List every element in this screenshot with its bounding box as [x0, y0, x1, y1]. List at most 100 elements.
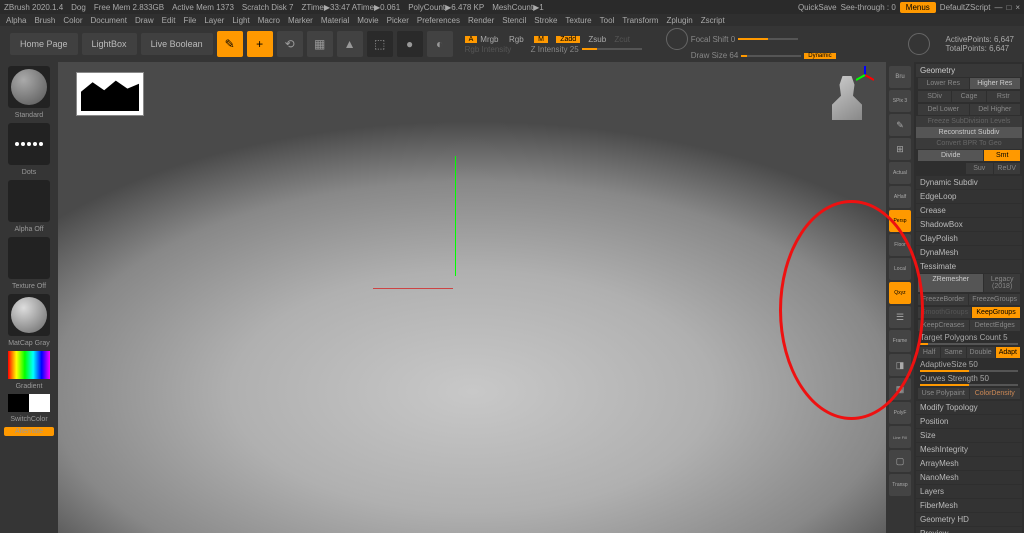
ahalf-button[interactable]: AHalf: [889, 186, 911, 208]
spix-button[interactable]: SPix 3: [889, 90, 911, 112]
rstr-button[interactable]: Rstr: [987, 91, 1020, 102]
default-script[interactable]: DefaultZScript: [940, 3, 991, 12]
higherres-button[interactable]: Higher Res: [970, 78, 1021, 89]
targetpoly-slider[interactable]: Target Polygons Count 5: [916, 332, 1022, 346]
menu-stencil[interactable]: Stencil: [502, 16, 526, 25]
alpha-preview[interactable]: [76, 72, 144, 116]
stats-dial[interactable]: [908, 33, 930, 55]
position-section[interactable]: Position: [916, 415, 1022, 428]
menu-texture[interactable]: Texture: [565, 16, 591, 25]
draw-icon[interactable]: +: [247, 31, 273, 57]
m-toggle[interactable]: M: [534, 36, 548, 43]
contrast-icon[interactable]: ◐: [427, 31, 453, 57]
solo-icon[interactable]: ▢: [889, 450, 911, 472]
tessimate-section[interactable]: Tessimate: [916, 260, 1022, 273]
legacy-button[interactable]: Legacy (2018): [984, 274, 1020, 292]
drawsize-slider[interactable]: Draw Size 64: [691, 51, 739, 60]
sculptris-icon[interactable]: ●: [397, 31, 423, 57]
nanomesh-section[interactable]: NanoMesh: [916, 471, 1022, 484]
menus-button[interactable]: Menus: [900, 2, 936, 13]
geometryhd-section[interactable]: Geometry HD: [916, 513, 1022, 526]
panel-header[interactable]: Geometry: [916, 64, 1022, 77]
menu-layer[interactable]: Layer: [204, 16, 224, 25]
frame-button[interactable]: Frame: [889, 330, 911, 352]
zoom3d-icon[interactable]: ▦: [889, 378, 911, 400]
local-button[interactable]: Local: [889, 258, 911, 280]
menu-picker[interactable]: Picker: [387, 16, 409, 25]
freezesubdiv-button[interactable]: Freeze SubDivision Levels: [916, 116, 1022, 127]
persp-button[interactable]: Persp: [889, 210, 911, 232]
scroll-icon[interactable]: ✎: [889, 114, 911, 136]
menu-movie[interactable]: Movie: [357, 16, 378, 25]
menu-brush[interactable]: Brush: [34, 16, 55, 25]
menu-edit[interactable]: Edit: [162, 16, 176, 25]
reuv-button[interactable]: ReUV: [994, 163, 1021, 174]
preview-section[interactable]: Preview: [916, 527, 1022, 533]
curvesstrength-slider[interactable]: Curves Strength 50: [916, 373, 1022, 387]
zremesher-button[interactable]: ZRemesher: [918, 274, 983, 292]
stroke-thumb[interactable]: [8, 123, 50, 165]
adapt-toggle[interactable]: Adapt: [996, 347, 1020, 358]
menu-transform[interactable]: Transform: [622, 16, 658, 25]
move-icon[interactable]: ⟲: [277, 31, 303, 57]
bpr-button[interactable]: Bru: [889, 66, 911, 88]
polypaint-toggle[interactable]: Use Polypaint: [918, 388, 969, 399]
menu-preferences[interactable]: Preferences: [417, 16, 460, 25]
dynamicsubdiv-section[interactable]: Dynamic Subdiv: [916, 176, 1022, 189]
dynamic-toggle[interactable]: Dynamic: [804, 53, 835, 59]
alternate-button[interactable]: Alternate: [4, 427, 54, 436]
meshintegrity-section[interactable]: MeshIntegrity: [916, 443, 1022, 456]
menu-document[interactable]: Document: [91, 16, 127, 25]
crease-section[interactable]: Crease: [916, 204, 1022, 217]
convertbpr-button[interactable]: Convert BPR To Geo: [916, 138, 1022, 149]
liveboolean-button[interactable]: Live Boolean: [141, 33, 213, 55]
mrgb-button[interactable]: Mrgb: [480, 35, 498, 44]
a-toggle[interactable]: A: [465, 36, 478, 43]
zsub-button[interactable]: Zsub: [588, 35, 606, 44]
zadd-button[interactable]: Zadd: [556, 36, 580, 43]
polyf-button[interactable]: PolyF: [889, 402, 911, 424]
layers-section[interactable]: Layers: [916, 485, 1022, 498]
detectedges-toggle[interactable]: DetectEdges: [970, 320, 1021, 331]
dynamesh-section[interactable]: DynaMesh: [916, 246, 1022, 259]
texture-thumb[interactable]: [8, 237, 50, 279]
menu-file[interactable]: File: [183, 16, 196, 25]
xpose-icon[interactable]: ☰: [889, 306, 911, 328]
move-view-icon[interactable]: ◨: [889, 354, 911, 376]
freezegroups-toggle[interactable]: FreezeGroups: [969, 294, 1020, 305]
fibermesh-section[interactable]: FiberMesh: [916, 499, 1022, 512]
smt-toggle[interactable]: Smt: [984, 150, 1020, 161]
menu-light[interactable]: Light: [232, 16, 249, 25]
menu-zscript[interactable]: Zscript: [701, 16, 725, 25]
menu-color[interactable]: Color: [63, 16, 82, 25]
sdiv-slider[interactable]: SDiv: [918, 91, 951, 102]
menu-render[interactable]: Render: [468, 16, 494, 25]
rgb-button[interactable]: Rgb: [509, 35, 524, 44]
rotate-icon[interactable]: ▲: [337, 31, 363, 57]
edit-icon[interactable]: ✎: [217, 31, 243, 57]
menu-draw[interactable]: Draw: [135, 16, 154, 25]
transp-button[interactable]: Transp: [889, 474, 911, 496]
menu-material[interactable]: Material: [321, 16, 349, 25]
camera-gizmo[interactable]: [832, 76, 868, 126]
brush-thumb[interactable]: [8, 66, 50, 108]
keepgroups-toggle[interactable]: KeepGroups: [972, 307, 1020, 318]
minimize-icon[interactable]: —: [994, 3, 1002, 12]
freezeborder-toggle[interactable]: FreezeBorder: [918, 294, 968, 305]
adaptivesize-slider[interactable]: AdaptiveSize 50: [916, 359, 1022, 373]
close-icon[interactable]: ×: [1015, 3, 1020, 12]
claypolish-section[interactable]: ClayPolish: [916, 232, 1022, 245]
qxyz-button[interactable]: Qxyz: [889, 282, 911, 304]
zcut-button[interactable]: Zcut: [614, 35, 630, 44]
material-thumb[interactable]: [8, 294, 50, 336]
quicksave-button[interactable]: QuickSave: [798, 3, 837, 12]
menu-zplugin[interactable]: Zplugin: [666, 16, 692, 25]
menu-macro[interactable]: Macro: [258, 16, 280, 25]
dellower-button[interactable]: Del Lower: [918, 104, 969, 115]
gizmo-icon[interactable]: ⬚: [367, 31, 393, 57]
cage-button[interactable]: Cage: [952, 91, 985, 102]
shadowbox-section[interactable]: ShadowBox: [916, 218, 1022, 231]
zintensity-slider[interactable]: Z Intensity 25: [531, 45, 579, 54]
arraymesh-section[interactable]: ArrayMesh: [916, 457, 1022, 470]
divide-button[interactable]: Divide: [918, 150, 983, 161]
